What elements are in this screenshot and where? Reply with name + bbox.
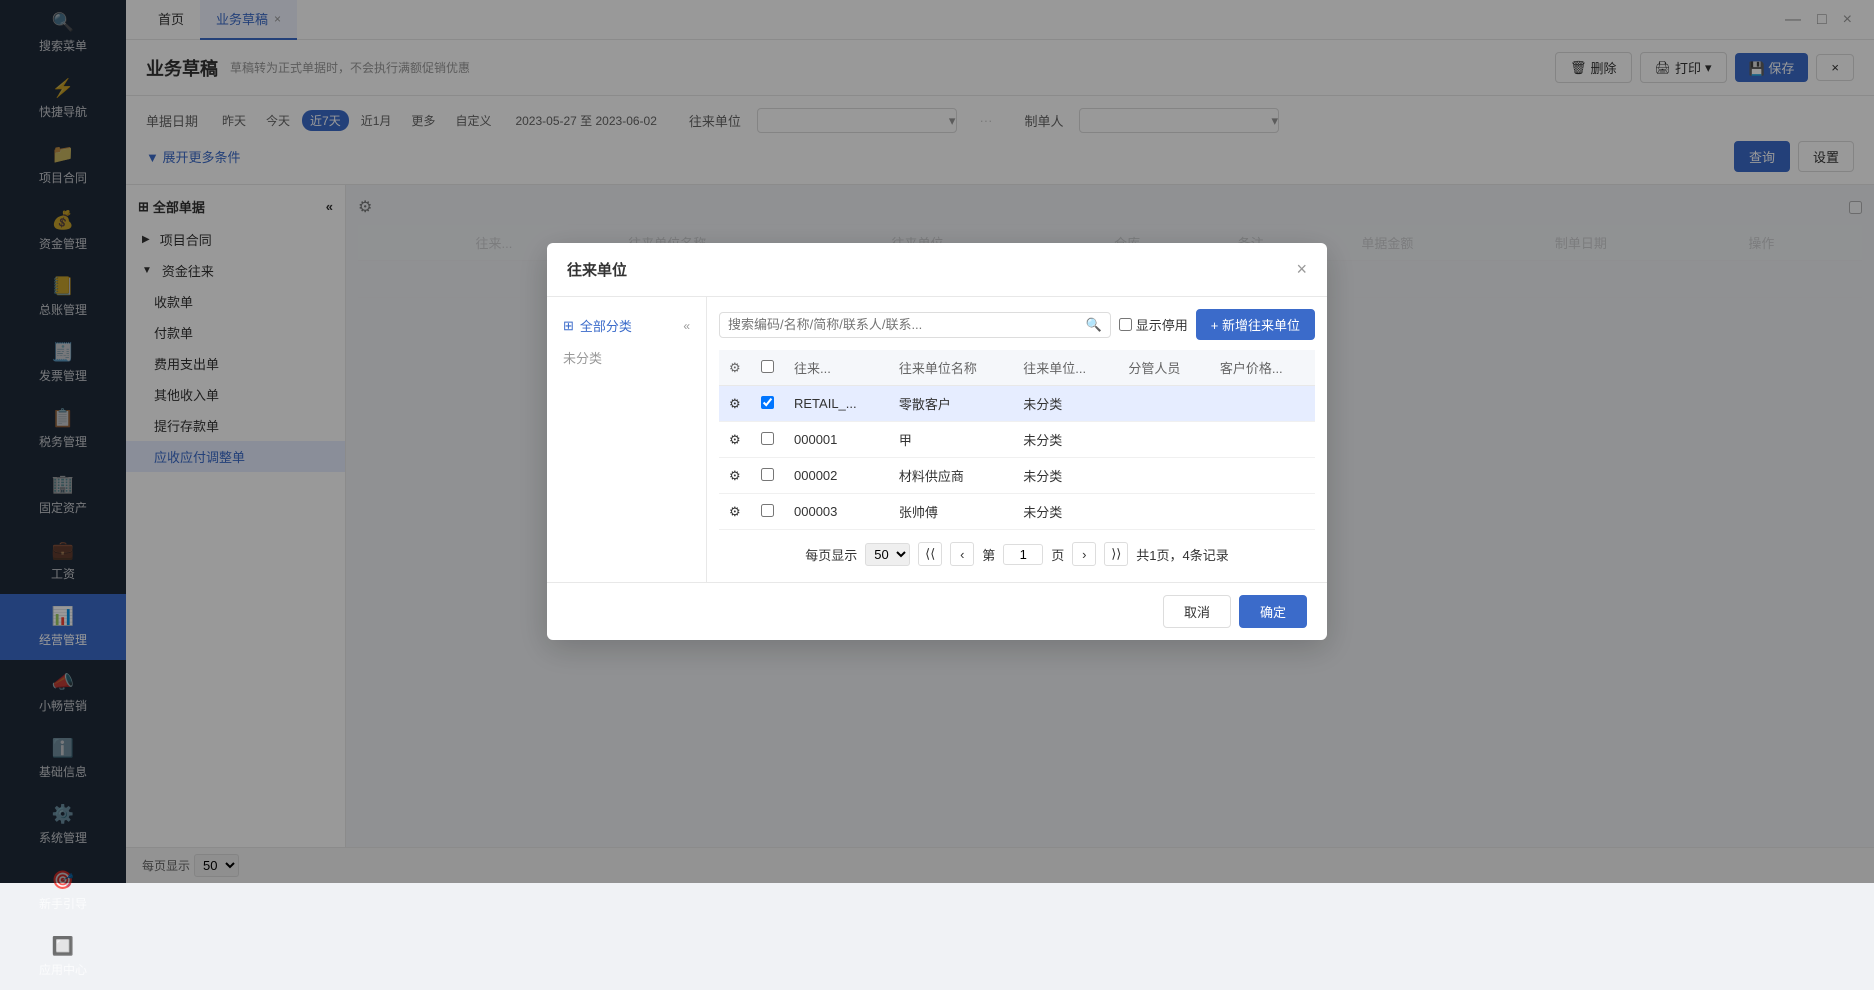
- row4-name: 张帅傅: [889, 494, 1013, 530]
- last-page-btn[interactable]: ⟩⟩: [1104, 542, 1128, 566]
- row4-check[interactable]: [751, 494, 784, 530]
- th-settings: ⚙: [719, 350, 751, 386]
- row1-name: 零散客户: [889, 386, 1013, 422]
- row3-check[interactable]: [751, 458, 784, 494]
- total-records: 共1页，4条记录: [1136, 545, 1228, 564]
- party-dialog: 往来单位 × ⊞ 全部分类 « 未分类: [547, 243, 1327, 640]
- dialog-header: 往来单位 ×: [547, 243, 1327, 297]
- table-select-all[interactable]: [761, 360, 774, 373]
- dialog-toolbar: 🔍 显示停用 + 新增往来单位: [719, 309, 1315, 340]
- row3-manager: [1118, 458, 1209, 494]
- row4-code: 000003: [784, 494, 889, 530]
- dsidebar-unclassified[interactable]: 未分类: [547, 342, 706, 373]
- row2-name: 甲: [889, 422, 1013, 458]
- add-party-button[interactable]: + 新增往来单位: [1196, 309, 1315, 340]
- per-page-label: 每页显示: [805, 545, 857, 564]
- sidebar-item-app-center[interactable]: 🔲 应用中心: [0, 924, 126, 990]
- table-row[interactable]: ⚙ RETAIL_... 零散客户 未分类: [719, 386, 1315, 422]
- row1-check[interactable]: [751, 386, 784, 422]
- th-price: 客户价格...: [1210, 350, 1315, 386]
- row3-code: 000002: [784, 458, 889, 494]
- show-disabled-checkbox[interactable]: [1119, 318, 1132, 331]
- first-page-btn[interactable]: ⟨⟨: [918, 542, 942, 566]
- th-category: 往来单位...: [1013, 350, 1118, 386]
- row1-category: 未分类: [1013, 386, 1118, 422]
- page-label-unit: 页: [1051, 545, 1064, 564]
- dialog-sidebar: ⊞ 全部分类 « 未分类: [547, 297, 707, 582]
- pagination: 每页显示 50 ⟨⟨ ‹ 第 页 › ⟩⟩ 共1页，4条记录: [719, 530, 1315, 570]
- per-page-select[interactable]: 50: [865, 543, 910, 566]
- table-row[interactable]: ⚙ 000003 张帅傅 未分类: [719, 494, 1315, 530]
- confirm-button[interactable]: 确定: [1239, 595, 1307, 628]
- row4-icon: ⚙: [719, 494, 751, 530]
- th-check: [751, 350, 784, 386]
- row4-price: [1210, 494, 1315, 530]
- table-row[interactable]: ⚙ 000001 甲 未分类: [719, 422, 1315, 458]
- table-scroll: ⚙ 往来... 往来单位名称 往来单位... 分管人员 客户价格...: [719, 350, 1315, 530]
- row2-manager: [1118, 422, 1209, 458]
- row1-price: [1210, 386, 1315, 422]
- next-page-btn[interactable]: ›: [1072, 542, 1096, 566]
- prev-page-btn[interactable]: ‹: [950, 542, 974, 566]
- row2-check[interactable]: [751, 422, 784, 458]
- row1-code: RETAIL_...: [784, 386, 889, 422]
- grid-icon: ⊞: [563, 318, 574, 334]
- row3-category: 未分类: [1013, 458, 1118, 494]
- row1-manager: [1118, 386, 1209, 422]
- dialog-footer: 取消 确定: [547, 582, 1327, 640]
- dsidebar-toggle-icon[interactable]: «: [683, 319, 690, 333]
- sidebar-item-label: 应用中心: [39, 961, 87, 978]
- dialog-overlay: 往来单位 × ⊞ 全部分类 « 未分类: [0, 0, 1874, 883]
- dialog-body: ⊞ 全部分类 « 未分类 🔍 显示停用: [547, 297, 1327, 582]
- table-row[interactable]: ⚙ 000002 材料供应商 未分类: [719, 458, 1315, 494]
- sidebar-item-label: 新手引导: [39, 895, 87, 912]
- cancel-button[interactable]: 取消: [1163, 595, 1231, 628]
- app-center-icon: 🔲: [52, 936, 74, 957]
- row2-icon: ⚙: [719, 422, 751, 458]
- dsidebar-all-category[interactable]: ⊞ 全部分类 «: [547, 309, 706, 342]
- show-disabled-label[interactable]: 显示停用: [1119, 315, 1188, 334]
- row3-price: [1210, 458, 1315, 494]
- th-manager: 分管人员: [1118, 350, 1209, 386]
- row2-category: 未分类: [1013, 422, 1118, 458]
- row4-category: 未分类: [1013, 494, 1118, 530]
- current-page-input[interactable]: [1003, 544, 1043, 565]
- row2-code: 000001: [784, 422, 889, 458]
- th-name: 往来单位名称: [889, 350, 1013, 386]
- search-box: 🔍: [719, 312, 1111, 338]
- row3-icon: ⚙: [719, 458, 751, 494]
- row3-name: 材料供应商: [889, 458, 1013, 494]
- table-header-row: ⚙ 往来... 往来单位名称 往来单位... 分管人员 客户价格...: [719, 350, 1315, 386]
- dialog-close-button[interactable]: ×: [1296, 259, 1307, 280]
- th-code: 往来...: [784, 350, 889, 386]
- page-label-first: 第: [982, 545, 995, 564]
- search-icon: 🔍: [1086, 317, 1102, 333]
- dialog-main: 🔍 显示停用 + 新增往来单位 ⚙: [707, 297, 1327, 582]
- row2-price: [1210, 422, 1315, 458]
- row1-icon: ⚙: [719, 386, 751, 422]
- dialog-title: 往来单位: [567, 259, 627, 280]
- row4-manager: [1118, 494, 1209, 530]
- party-table: ⚙ 往来... 往来单位名称 往来单位... 分管人员 客户价格...: [719, 350, 1315, 530]
- search-input[interactable]: [728, 317, 1080, 332]
